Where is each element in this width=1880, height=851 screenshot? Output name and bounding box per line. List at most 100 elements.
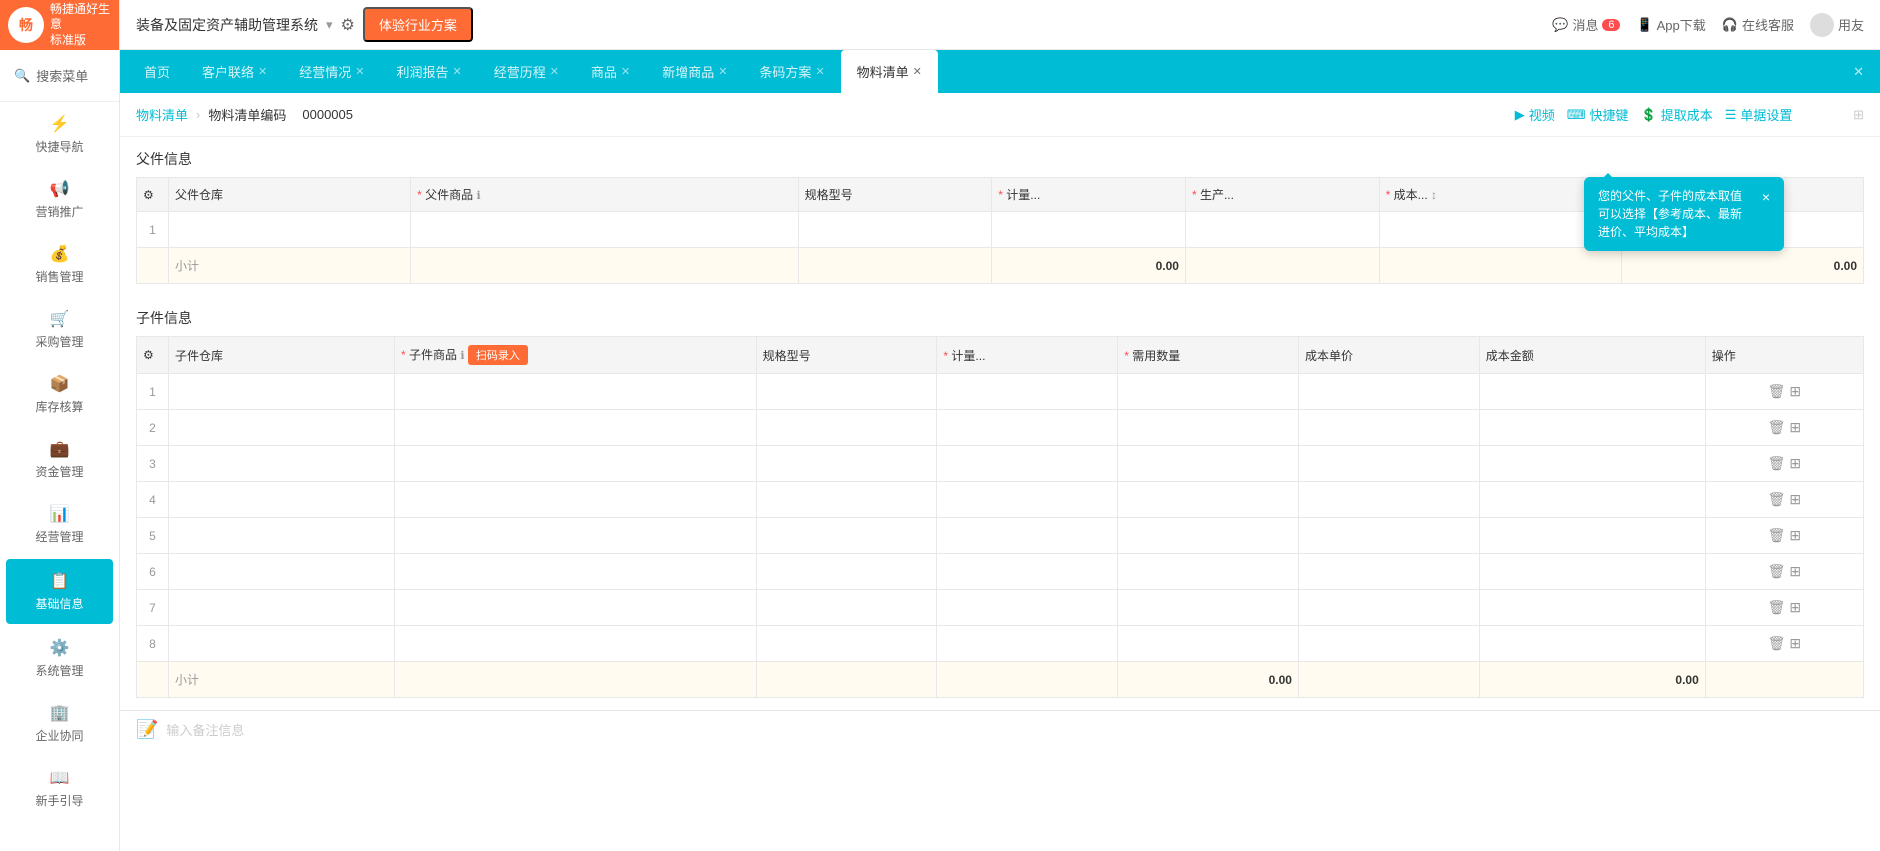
copy-icon-4[interactable]: ⊞: [1789, 491, 1801, 508]
nav-arrow-left[interactable]: ‹: [1804, 107, 1816, 122]
child-warehouse-4[interactable]: [169, 482, 395, 518]
child-unit-2[interactable]: [937, 410, 1118, 446]
cost-action[interactable]: 💲 提取成本: [1641, 105, 1713, 124]
nav-arrow-right[interactable]: ›: [1829, 107, 1841, 122]
child-unit-price-1[interactable]: [1298, 374, 1479, 410]
sidebar-item-basic-info[interactable]: 📋基础信息: [6, 559, 113, 624]
child-spec-4[interactable]: [756, 482, 937, 518]
child-warehouse-5[interactable]: [169, 518, 395, 554]
parent-production-1[interactable]: [1185, 212, 1379, 248]
trial-button[interactable]: 体验行业方案: [363, 7, 473, 42]
sidebar-item-inventory[interactable]: 📦库存核算: [0, 362, 119, 427]
child-qty-7[interactable]: [1118, 590, 1299, 626]
child-product-5[interactable]: [395, 518, 757, 554]
tab-close-icon[interactable]: ✕: [550, 65, 559, 78]
view-action[interactable]: ▶ 视频: [1515, 105, 1555, 124]
child-cost-amount-2[interactable]: [1479, 410, 1705, 446]
delete-icon-2[interactable]: 🗑: [1768, 419, 1786, 436]
child-product-1[interactable]: [395, 374, 757, 410]
nav-tab-物料清单[interactable]: 物料清单✕: [841, 50, 938, 93]
delete-icon-1[interactable]: 🗑: [1768, 383, 1786, 400]
parent-warehouse-1[interactable]: [169, 212, 411, 248]
child-product-7[interactable]: [395, 590, 757, 626]
online-service-item[interactable]: 🎧 在线客服: [1722, 15, 1794, 34]
child-warehouse-1[interactable]: [169, 374, 395, 410]
child-unit-1[interactable]: [937, 374, 1118, 410]
child-unit-4[interactable]: [937, 482, 1118, 518]
child-product-6[interactable]: [395, 554, 757, 590]
delete-icon-7[interactable]: 🗑: [1768, 599, 1786, 616]
nav-tab-条码方案[interactable]: 条码方案✕: [743, 50, 840, 93]
sidebar-item-enterprise[interactable]: 🏢企业协同: [0, 691, 119, 756]
child-qty-3[interactable]: [1118, 446, 1299, 482]
grid-view-icon[interactable]: ⊞: [1853, 107, 1864, 123]
child-cost-amount-5[interactable]: [1479, 518, 1705, 554]
child-spec-8[interactable]: [756, 626, 937, 662]
child-spec-1[interactable]: [756, 374, 937, 410]
search-menu-item[interactable]: 🔍 搜索菜单: [8, 58, 111, 93]
copy-icon-2[interactable]: ⊞: [1789, 419, 1801, 436]
breadcrumb-link[interactable]: 物料清单: [136, 105, 188, 124]
tab-close-icon[interactable]: ✕: [913, 65, 922, 78]
child-warehouse-2[interactable]: [169, 410, 395, 446]
copy-icon-6[interactable]: ⊞: [1789, 563, 1801, 580]
message-item[interactable]: 💬 消息 6: [1552, 15, 1620, 34]
child-warehouse-6[interactable]: [169, 554, 395, 590]
child-cost-amount-7[interactable]: [1479, 590, 1705, 626]
child-qty-2[interactable]: [1118, 410, 1299, 446]
child-unit-price-4[interactable]: [1298, 482, 1479, 518]
child-unit-price-5[interactable]: [1298, 518, 1479, 554]
child-spec-2[interactable]: [756, 410, 937, 446]
app-download-item[interactable]: 📱 App下载: [1636, 15, 1705, 34]
child-unit-5[interactable]: [937, 518, 1118, 554]
sidebar-item-purchase[interactable]: 🛒采购管理: [0, 297, 119, 362]
tab-close-icon[interactable]: ✕: [621, 65, 630, 78]
child-unit-3[interactable]: [937, 446, 1118, 482]
scan-input-button[interactable]: 扫码录入: [468, 345, 528, 365]
parent-product-1[interactable]: [411, 212, 798, 248]
sidebar-item-finance[interactable]: 💼资金管理: [0, 427, 119, 492]
child-cost-amount-3[interactable]: [1479, 446, 1705, 482]
child-warehouse-7[interactable]: [169, 590, 395, 626]
delete-icon-5[interactable]: 🗑: [1768, 527, 1786, 544]
delete-icon-3[interactable]: 🗑: [1768, 455, 1786, 472]
child-spec-5[interactable]: [756, 518, 937, 554]
child-product-8[interactable]: [395, 626, 757, 662]
copy-icon-8[interactable]: ⊞: [1789, 635, 1801, 652]
tab-close-icon[interactable]: ✕: [258, 65, 267, 78]
child-unit-price-2[interactable]: [1298, 410, 1479, 446]
tab-close-icon[interactable]: ✕: [718, 65, 727, 78]
child-unit-price-6[interactable]: [1298, 554, 1479, 590]
topbar-dropdown-icon[interactable]: ▾: [326, 17, 333, 33]
delete-icon-6[interactable]: 🗑: [1768, 563, 1786, 580]
child-qty-4[interactable]: [1118, 482, 1299, 518]
th-parent-settings[interactable]: ⚙: [137, 178, 169, 212]
user-item[interactable]: 用友: [1810, 13, 1864, 37]
child-qty-8[interactable]: [1118, 626, 1299, 662]
sidebar-item-sales[interactable]: 💰销售管理: [0, 232, 119, 297]
child-unit-6[interactable]: [937, 554, 1118, 590]
sidebar-item-quick-nav[interactable]: ⚡快捷导航: [0, 102, 119, 167]
parent-unit-1[interactable]: [992, 212, 1186, 248]
nav-tab-经营情况[interactable]: 经营情况✕: [283, 50, 380, 93]
sidebar-item-system[interactable]: ⚙️系统管理: [0, 626, 119, 691]
tab-close-icon[interactable]: ✕: [355, 65, 364, 78]
tab-close-left[interactable]: ✕: [1845, 56, 1872, 88]
nav-tab-客户联络[interactable]: 客户联络✕: [186, 50, 283, 93]
child-product-2[interactable]: [395, 410, 757, 446]
child-product-3[interactable]: [395, 446, 757, 482]
child-spec-3[interactable]: [756, 446, 937, 482]
sidebar-item-guide[interactable]: 📖新手引导: [0, 756, 119, 821]
nav-tab-利润报告[interactable]: 利润报告✕: [380, 50, 477, 93]
shortcut-action[interactable]: ⌨ 快捷键: [1567, 105, 1629, 124]
delete-icon-8[interactable]: 🗑: [1768, 635, 1786, 652]
gear-icon[interactable]: ⚙: [341, 15, 355, 35]
child-unit-price-3[interactable]: [1298, 446, 1479, 482]
tooltip-close-icon[interactable]: ×: [1762, 187, 1770, 208]
copy-icon-3[interactable]: ⊞: [1789, 455, 1801, 472]
child-qty-6[interactable]: [1118, 554, 1299, 590]
child-unit-8[interactable]: [937, 626, 1118, 662]
child-qty-5[interactable]: [1118, 518, 1299, 554]
sidebar-item-marketing[interactable]: 📢营销推广: [0, 167, 119, 232]
child-qty-1[interactable]: [1118, 374, 1299, 410]
